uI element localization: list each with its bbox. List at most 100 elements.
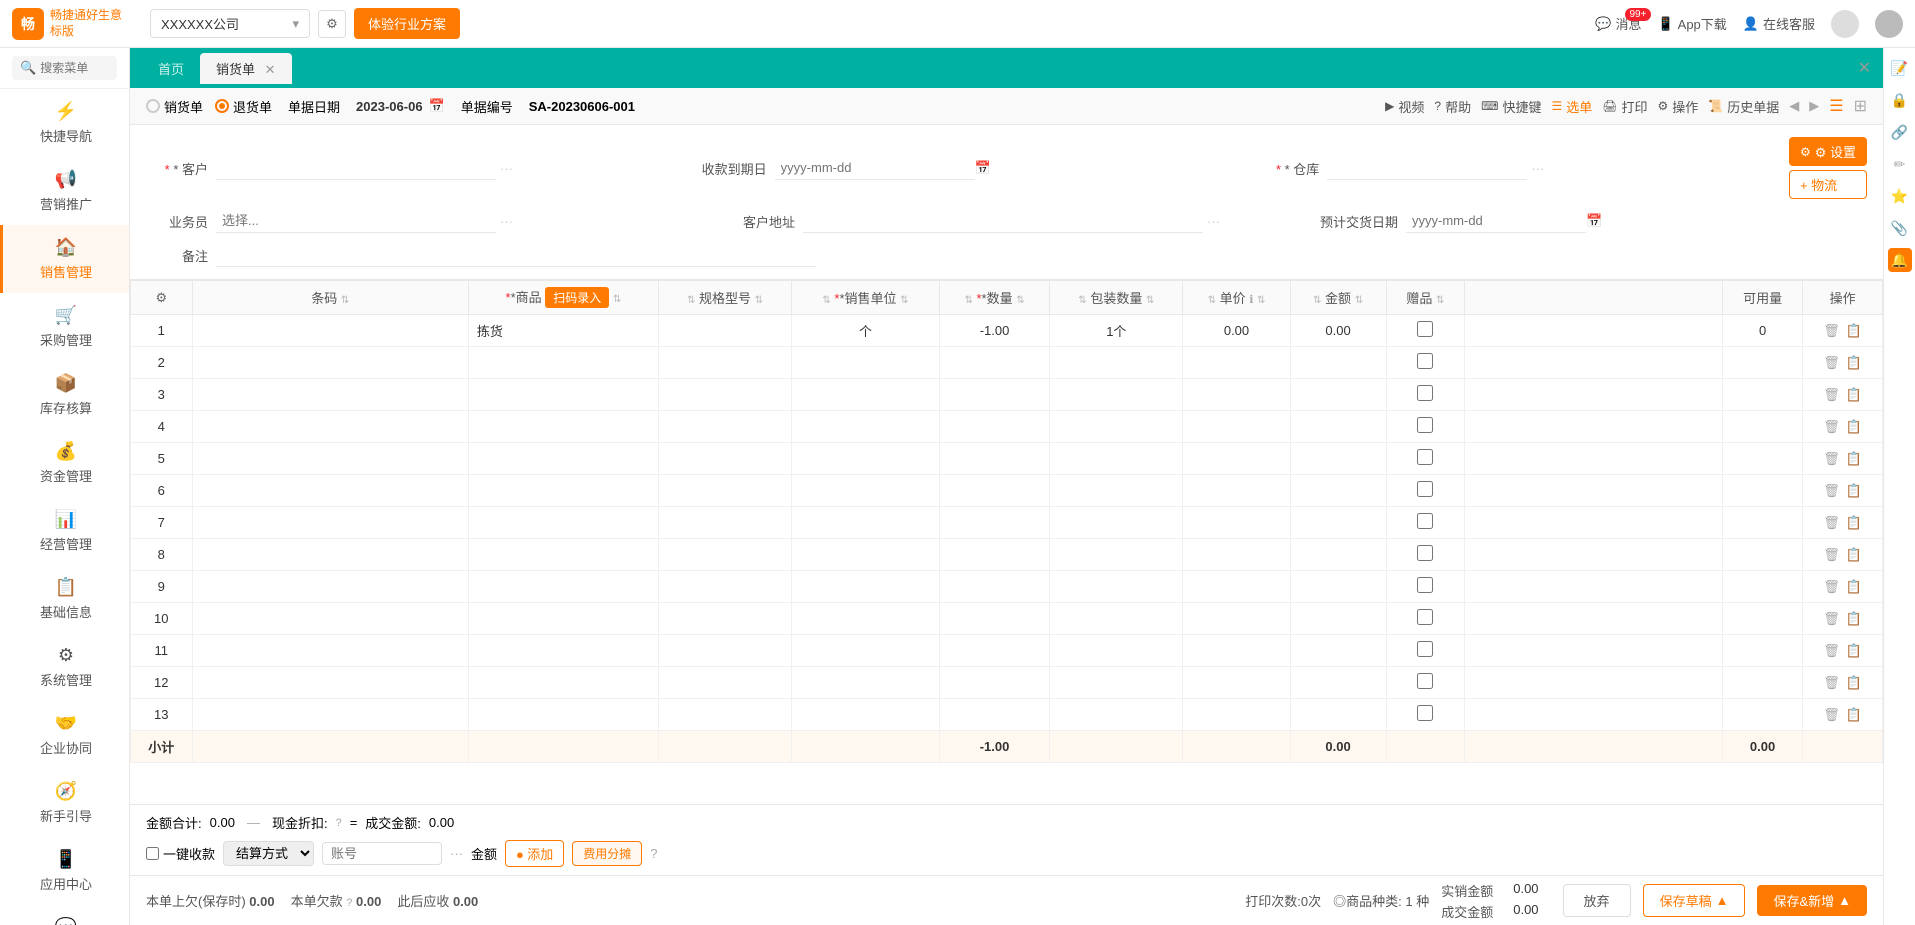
avatar-extra[interactable]	[1875, 10, 1903, 38]
delete-icon[interactable]: 🗑	[1823, 707, 1840, 723]
row-quantity[interactable]	[939, 507, 1049, 539]
row-unit-price[interactable]	[1183, 699, 1290, 731]
delete-icon[interactable]: 🗑	[1823, 515, 1840, 531]
row-unit-price[interactable]	[1183, 475, 1290, 507]
copy-icon[interactable]: 📋	[1846, 675, 1862, 691]
video-btn[interactable]: ▶ 视频	[1385, 97, 1424, 116]
row-barcode[interactable]	[192, 475, 468, 507]
sidebar-search-box[interactable]: 🔍	[12, 56, 117, 80]
calc-method-select[interactable]: 结算方式	[223, 841, 314, 866]
sort-icon[interactable]: ⇅	[755, 295, 763, 306]
history-btn[interactable]: 📜 历史单据	[1708, 97, 1779, 116]
sidebar-item-cooperation[interactable]: 🤝 企业协同	[0, 701, 129, 769]
help-icon[interactable]: ?	[650, 846, 657, 861]
sort-icon[interactable]: ⇅	[1355, 295, 1363, 306]
grid-view-icon[interactable]: ⊞	[1854, 96, 1867, 116]
row-unit-price[interactable]	[1183, 507, 1290, 539]
payment-due-calendar-icon[interactable]: 📅	[975, 160, 991, 176]
row-unit-price[interactable]	[1183, 443, 1290, 475]
sidebar-item-guide[interactable]: 🧭 新手引导	[0, 769, 129, 837]
row-unit-price[interactable]	[1183, 411, 1290, 443]
copy-icon[interactable]: 📋	[1846, 387, 1862, 403]
row-barcode[interactable]	[192, 699, 468, 731]
sidebar-item-wechat[interactable]: 💬 企业微信	[0, 905, 129, 925]
calendar-icon[interactable]: 📅	[429, 98, 445, 114]
row-gift[interactable]	[1386, 475, 1465, 507]
copy-icon[interactable]: 📋	[1846, 611, 1862, 627]
row-gift[interactable]	[1386, 347, 1465, 379]
sidebar-item-sales[interactable]: 🏠 销售管理	[0, 225, 129, 293]
salesperson-input[interactable]	[216, 209, 496, 233]
sidebar-item-finance[interactable]: 💰 资金管理	[0, 429, 129, 497]
row-spec[interactable]	[658, 699, 791, 731]
row-barcode[interactable]	[192, 571, 468, 603]
row-product[interactable]	[468, 667, 658, 699]
info-icon[interactable]: ℹ	[1249, 294, 1253, 306]
right-panel-notes-icon[interactable]: 📝	[1888, 56, 1912, 80]
row-spec[interactable]	[658, 411, 791, 443]
row-barcode[interactable]	[192, 507, 468, 539]
copy-icon[interactable]: 📋	[1846, 355, 1862, 371]
sort-icon[interactable]: ⇅	[1146, 295, 1154, 306]
row-product[interactable]	[468, 443, 658, 475]
row-barcode[interactable]	[192, 635, 468, 667]
sort-icon[interactable]: ⇅	[687, 295, 695, 306]
salesperson-dots[interactable]: ···	[500, 214, 513, 229]
copy-icon[interactable]: 📋	[1846, 547, 1862, 563]
sidebar-item-app-center[interactable]: 📱 应用中心	[0, 837, 129, 905]
sidebar-search-input[interactable]	[40, 61, 120, 75]
address-dots[interactable]: ···	[1207, 214, 1220, 229]
row-barcode[interactable]	[192, 667, 468, 699]
copy-icon[interactable]: 📋	[1846, 323, 1862, 339]
row-gift[interactable]	[1386, 379, 1465, 411]
save-draft-button[interactable]: 保存草稿 ▲	[1643, 884, 1746, 917]
sort-icon[interactable]: ⇅	[1257, 295, 1265, 306]
row-gift[interactable]	[1386, 539, 1465, 571]
row-spec[interactable]	[658, 507, 791, 539]
expense-split-button[interactable]: 费用分摊	[572, 841, 642, 866]
delete-icon[interactable]: 🗑	[1823, 675, 1840, 691]
one-click-pay-checkbox[interactable]: 一键收款	[146, 844, 215, 863]
delete-icon[interactable]: 🗑	[1823, 579, 1840, 595]
row-unit-price[interactable]	[1183, 603, 1290, 635]
debt-info-icon[interactable]: ?	[346, 897, 352, 909]
row-product[interactable]: 拣货	[468, 315, 658, 347]
logistics-button[interactable]: + 物流	[1789, 170, 1867, 199]
delete-icon[interactable]: 🗑	[1823, 611, 1840, 627]
row-product[interactable]	[468, 475, 658, 507]
row-product[interactable]	[468, 507, 658, 539]
sort-icon[interactable]: ⇅	[1436, 295, 1444, 306]
row-quantity[interactable]	[939, 667, 1049, 699]
row-spec[interactable]	[658, 539, 791, 571]
return-order-radio[interactable]: 退货单	[215, 97, 272, 116]
page-close-button[interactable]: ✕	[1858, 58, 1871, 78]
list-view-icon[interactable]: ☰	[1829, 96, 1843, 116]
right-panel-alert-icon[interactable]: 🔔	[1888, 248, 1912, 272]
delete-icon[interactable]: 🗑	[1823, 323, 1840, 339]
one-click-pay-checkbox-input[interactable]	[146, 847, 159, 860]
sidebar-item-system[interactable]: ⚙ 系统管理	[0, 633, 129, 701]
row-gift[interactable]	[1386, 571, 1465, 603]
row-spec[interactable]	[658, 635, 791, 667]
copy-icon[interactable]: 📋	[1846, 643, 1862, 659]
tab-sales-order[interactable]: 销货单 ✕	[200, 53, 292, 84]
bank-account-input[interactable]	[322, 842, 442, 865]
row-barcode[interactable]	[192, 603, 468, 635]
estimated-delivery-input[interactable]	[1406, 209, 1586, 233]
copy-icon[interactable]: 📋	[1846, 515, 1862, 531]
copy-icon[interactable]: 📋	[1846, 483, 1862, 499]
customer-input[interactable]	[216, 156, 496, 180]
scan-button[interactable]: 扫码录入	[545, 287, 609, 308]
row-quantity[interactable]	[939, 539, 1049, 571]
delivery-calendar-icon[interactable]: 📅	[1586, 213, 1602, 229]
warehouse-input[interactable]: 建材仓	[1327, 156, 1527, 180]
sort-icon[interactable]: ⇅	[1078, 295, 1086, 306]
row-barcode[interactable]	[192, 379, 468, 411]
online-service-button[interactable]: 👤 在线客服	[1743, 14, 1815, 33]
sidebar-item-marketing[interactable]: 📢 营销推广	[0, 157, 129, 225]
warehouse-dots[interactable]: ···	[1531, 161, 1544, 176]
notes-input[interactable]	[216, 243, 816, 267]
dots-icon[interactable]: ···	[450, 846, 463, 861]
row-quantity[interactable]	[939, 475, 1049, 507]
row-spec[interactable]	[658, 315, 791, 347]
